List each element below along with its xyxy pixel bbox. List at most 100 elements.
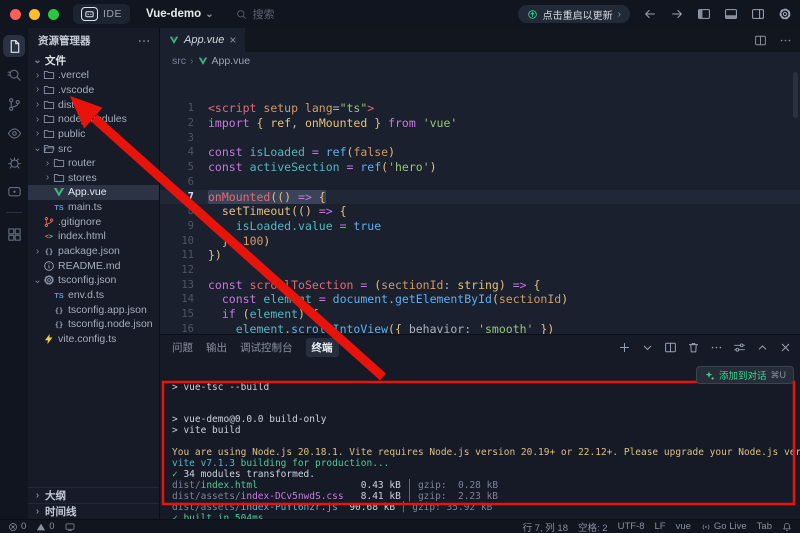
add-to-chat-label: 添加到对话 xyxy=(718,371,767,382)
panel-more-icon[interactable] xyxy=(710,341,723,354)
folder-icon xyxy=(43,113,55,125)
nav-back-icon[interactable] xyxy=(643,7,657,21)
status-encoding[interactable]: UTF-8 xyxy=(618,521,645,532)
tree-item-README.md[interactable]: README.md xyxy=(28,258,159,273)
tree-item-vite.config.ts[interactable]: vite.config.ts xyxy=(28,332,159,347)
tree-item-tsconfig.json[interactable]: ⌄ tsconfig.json xyxy=(28,273,159,288)
tree-item-App.vue[interactable]: App.vue xyxy=(28,185,159,200)
tree-item-.gitignore[interactable]: .gitignore xyxy=(28,214,159,229)
search-icon xyxy=(236,9,247,20)
line-number: 11 xyxy=(181,249,194,262)
activity-extensions-icon[interactable] xyxy=(3,223,25,245)
sidebar: 资源管理器 ⌄ 文件 › .vercel › .vscode › dist › node_mo… xyxy=(28,28,160,519)
tree-item-public[interactable]: › public xyxy=(28,127,159,142)
tree-item-label: node_modules xyxy=(58,113,127,126)
info-icon xyxy=(43,260,55,272)
tab-app-vue[interactable]: App.vue × xyxy=(160,28,246,52)
folder-icon xyxy=(53,172,65,184)
editor-scrollbar[interactable] xyxy=(793,72,798,118)
restart-update-button[interactable]: 点击重启以更新 › xyxy=(517,5,630,23)
add-to-chat-button[interactable]: 添加到对话 ⌘U xyxy=(695,366,794,384)
section-outline[interactable]: › 大纲 xyxy=(28,487,159,503)
kill-terminal-icon[interactable] xyxy=(687,341,700,354)
status-language-mode[interactable]: vue xyxy=(676,521,691,532)
activity-source-control-icon[interactable] xyxy=(3,93,25,115)
tree-item-env.d.ts[interactable]: TS env.d.ts xyxy=(28,288,159,303)
line-number: 12 xyxy=(181,263,194,276)
new-terminal-icon[interactable] xyxy=(618,341,631,354)
tree-chevron: › xyxy=(35,128,40,140)
toggle-secondary-sidebar-icon[interactable] xyxy=(751,7,765,21)
section-timeline[interactable]: › 时间线 xyxy=(28,503,159,519)
tree-item-tsconfig.node.json[interactable]: {} tsconfig.node.json xyxy=(28,317,159,332)
code-editor[interactable]: 1 <script setup lang="ts"> 2 import { ref, … xyxy=(160,69,800,334)
status-tab-focus-mode[interactable]: Tab xyxy=(757,521,772,532)
panel-tab-调试控制台[interactable]: 调试控制台 xyxy=(240,340,293,355)
tree-item-router[interactable]: › router xyxy=(28,156,159,171)
settings-icon[interactable] xyxy=(778,7,792,21)
split-editor-icon[interactable] xyxy=(754,34,767,47)
app-logo[interactable]: IDE xyxy=(73,4,131,24)
line-number: 15 xyxy=(181,308,194,321)
status-screencast[interactable] xyxy=(65,522,75,532)
window-zoom-button[interactable] xyxy=(48,8,59,20)
error-count-icon xyxy=(8,522,18,532)
activity-preview-icon[interactable] xyxy=(3,122,25,144)
tree-item-index.html[interactable]: <> index.html xyxy=(28,229,159,244)
status-indentation[interactable]: 空格: 2 xyxy=(578,520,608,533)
activity-explorer-icon[interactable] xyxy=(3,35,25,57)
tree-item-label: vite.config.ts xyxy=(58,332,117,345)
maximize-panel-icon[interactable] xyxy=(756,341,769,354)
status-error-count[interactable]: 0 xyxy=(8,521,26,532)
window-close-button[interactable] xyxy=(10,8,21,20)
close-tab-icon[interactable]: × xyxy=(229,34,236,46)
status-eol[interactable]: LF xyxy=(655,521,666,532)
titlebar-icons xyxy=(643,7,792,21)
code-line-10: 10 }, 100) xyxy=(160,234,800,249)
svg-text:{}: {} xyxy=(45,247,54,256)
project-switcher[interactable]: Vue-demo ⌄ xyxy=(146,8,214,20)
nav-forward-icon[interactable] xyxy=(670,7,684,21)
activity-search-icon[interactable] xyxy=(3,64,25,86)
panel-tab-输出[interactable]: 输出 xyxy=(206,340,227,355)
close-panel-icon[interactable] xyxy=(779,341,792,354)
breadcrumb-file[interactable]: App.vue xyxy=(212,55,251,67)
terminal-picker-icon[interactable] xyxy=(641,341,654,354)
tree-item-label: package.json xyxy=(58,245,120,257)
section-files[interactable]: ⌄ 文件 xyxy=(28,53,159,68)
tree-item-node_modules[interactable]: › node_modules xyxy=(28,112,159,127)
tree-item-src[interactable]: ⌄ src xyxy=(28,141,159,156)
tree-item-package.json[interactable]: › {} package.json xyxy=(28,244,159,259)
toggle-primary-sidebar-icon[interactable] xyxy=(697,7,711,21)
split-terminal-icon[interactable] xyxy=(664,341,677,354)
code-line-7: 7 onMounted(() => { xyxy=(160,189,800,205)
panel-tab-问题[interactable]: 问题 xyxy=(172,340,193,355)
code-line-3: 3 xyxy=(160,131,800,146)
breadcrumb-folder[interactable]: src xyxy=(172,55,186,67)
section-timeline-label: 时间线 xyxy=(45,506,77,518)
tree-item-main.ts[interactable]: TS main.ts xyxy=(28,200,159,215)
window-minimize-button[interactable] xyxy=(29,8,40,20)
toggle-panel-icon[interactable] xyxy=(724,7,738,21)
status-cursor-position[interactable]: 行 7, 列 18 xyxy=(523,520,568,533)
editor-more-icon[interactable] xyxy=(779,34,792,47)
activity-debug-icon[interactable] xyxy=(3,151,25,173)
panel-settings-icon[interactable] xyxy=(733,341,746,354)
update-icon xyxy=(527,9,538,20)
tree-item-.vscode[interactable]: › .vscode xyxy=(28,83,159,98)
tree-item-.vercel[interactable]: › .vercel xyxy=(28,68,159,83)
status-notifications[interactable] xyxy=(782,522,792,532)
more-actions-icon[interactable] xyxy=(137,34,151,48)
tree-item-label: tsconfig.json xyxy=(58,274,117,287)
search-input[interactable]: 搜索 xyxy=(236,6,275,22)
activity-ai-chat-icon[interactable] xyxy=(3,180,25,202)
tree-item-stores[interactable]: › stores xyxy=(28,170,159,185)
tree-item-dist[interactable]: › dist xyxy=(28,97,159,112)
window-controls xyxy=(10,8,59,20)
status-go-live[interactable]: Go Live xyxy=(701,521,747,532)
panel-tab-终端[interactable]: 终端 xyxy=(305,337,339,357)
status-warning-count[interactable]: 0 xyxy=(36,521,55,532)
tree-item-tsconfig.app.json[interactable]: {} tsconfig.app.json xyxy=(28,302,159,317)
editor-area: App.vue × src › App.vue 1 <script setup l… xyxy=(160,28,800,519)
chevron-right-icon: › xyxy=(35,506,40,517)
